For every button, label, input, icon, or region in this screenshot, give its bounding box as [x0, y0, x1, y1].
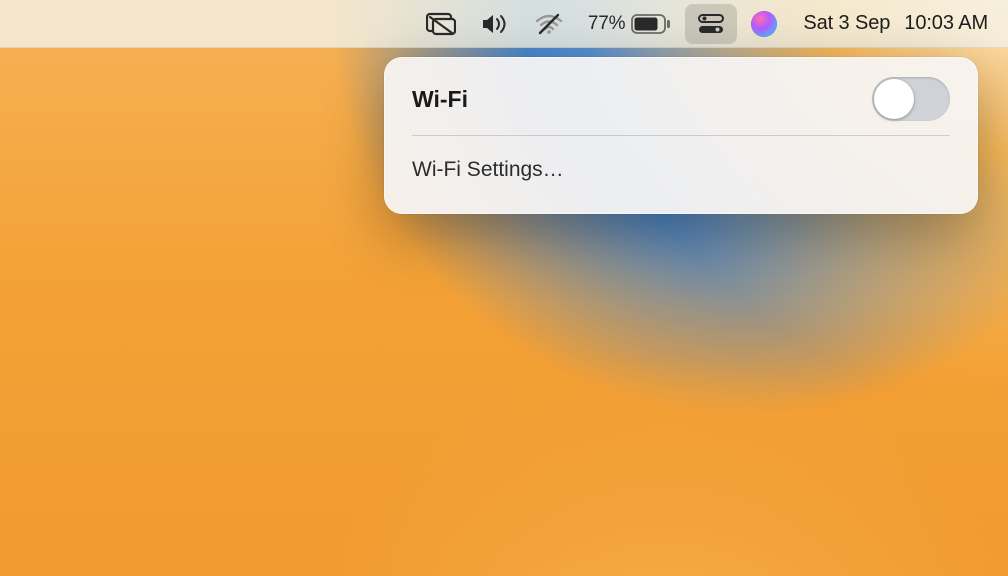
battery-percent-label: 77% — [588, 13, 625, 35]
volume-icon[interactable] — [468, 0, 522, 48]
siri-icon[interactable] — [739, 0, 789, 48]
wifi-settings-link[interactable]: Wi-Fi Settings… — [412, 148, 950, 192]
battery-icon — [631, 14, 671, 34]
time-label: 10:03 AM — [904, 12, 988, 35]
screen-mirroring-icon[interactable] — [414, 0, 468, 48]
wifi-settings-label: Wi-Fi Settings… — [412, 158, 564, 182]
divider — [412, 135, 950, 136]
menu-bar: 77% Sat 3 Sep 10:03 AM — [0, 0, 1008, 48]
wifi-title: Wi-Fi — [412, 86, 468, 113]
toggle-knob — [874, 79, 914, 119]
wifi-toggle[interactable] — [872, 77, 950, 121]
date-label: Sat 3 Sep — [803, 12, 890, 35]
datetime-display[interactable]: Sat 3 Sep 10:03 AM — [789, 12, 998, 35]
wifi-off-icon[interactable] — [522, 0, 576, 48]
control-center-icon[interactable] — [685, 4, 737, 44]
wifi-toggle-row: Wi-Fi — [412, 77, 950, 121]
battery-status[interactable]: 77% — [576, 13, 683, 35]
wifi-dropdown-panel: Wi-Fi Wi-Fi Settings… — [384, 57, 978, 214]
